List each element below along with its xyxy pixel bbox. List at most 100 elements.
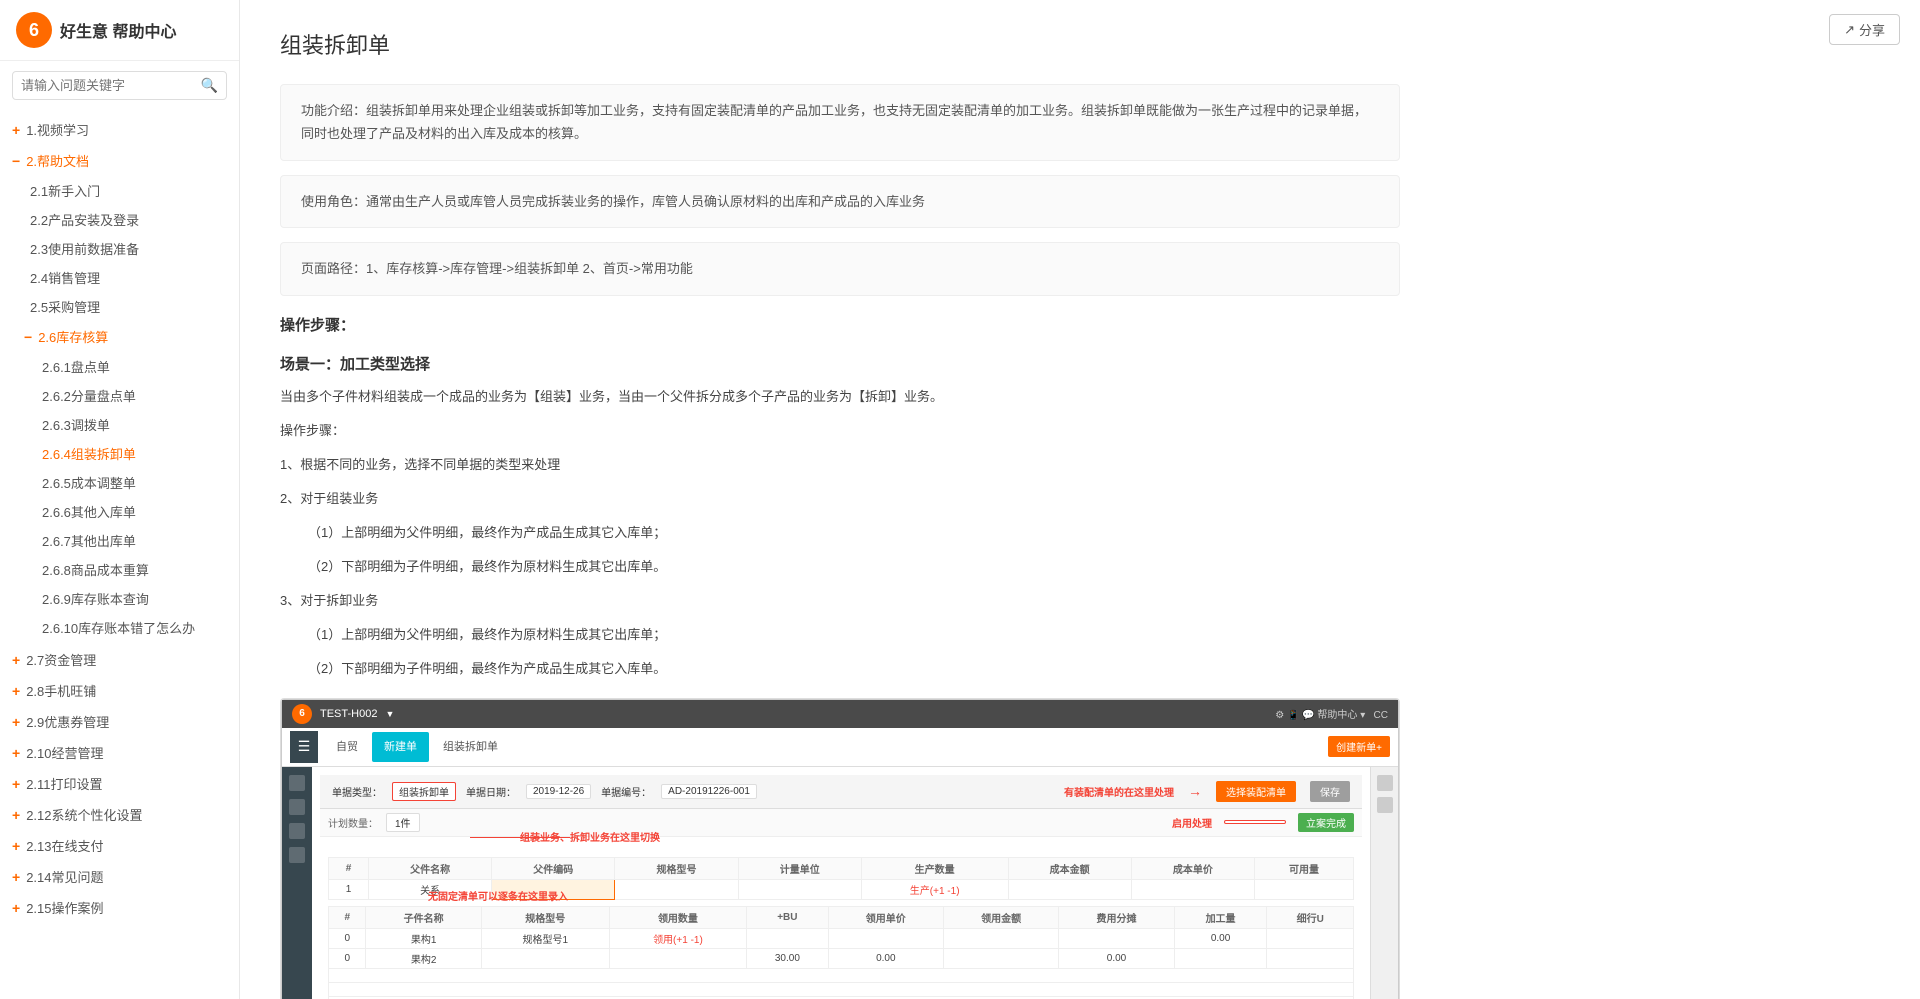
sidebar-item-video-label: 1.视频学习 [26, 120, 89, 139]
sidebar-item-2-2[interactable]: 2.2产品安装及登录 [0, 205, 239, 234]
sub-table-row-2: 0 果构2 30.00 0.00 0.00 [329, 948, 1354, 968]
sub-th-process: 加工量 [1174, 906, 1267, 928]
search-box[interactable]: 🔍 [12, 71, 227, 100]
th-avail: 可用量 [1254, 857, 1353, 879]
op-steps-sub: 操作步骤： [280, 418, 1400, 444]
app-tab-assembly[interactable]: 组装拆卸单 [431, 732, 510, 762]
app-bill-type-val[interactable]: 组装拆卸单 [392, 782, 456, 801]
path-block: 页面路径：1、库存核算->库存管理->组装拆卸单 2、首页->常用功能 [280, 242, 1400, 295]
sub-td-name-2: 果构2 [366, 948, 481, 968]
app-bill-type-label: 单据类型： [332, 784, 382, 799]
app-form-toolbar: 单据类型： 组装拆卸单 单据日期： 2019-12-26 单据编号： AD-20… [320, 775, 1362, 809]
plus-icon-9: + [12, 838, 20, 854]
app-sub-toolbar: 计划数量： 1件 组装业务、拆卸业务在这里切换 启用处理 立案完成 [320, 809, 1362, 837]
share-button[interactable]: ↗ 分享 [1829, 14, 1900, 45]
th-cost-amt: 成本金额 [1008, 857, 1131, 879]
app-count-label: 计划数量： [328, 815, 378, 830]
annotation-4-container: 无固定清单可以逐条在这里录入 [428, 888, 568, 903]
plus-icon-4: + [12, 683, 20, 699]
sub-empty-row-1 [329, 968, 1354, 982]
sidebar-item-2-6-7[interactable]: 2.6.7其他出库单 [0, 526, 239, 555]
annotation-line-1 [470, 837, 570, 838]
app-billno-val[interactable]: AD-20191226-001 [661, 784, 757, 799]
sidebar-item-2-6-4[interactable]: 2.6.4组装拆卸单 [0, 439, 239, 468]
app-logo: 6 [292, 704, 312, 724]
app-nav-icon-4 [289, 847, 305, 863]
sub-th-name: 子件名称 [366, 906, 481, 928]
sub-td-qty-2 [609, 948, 746, 968]
sidebar-item-2-3[interactable]: 2.3使用前数据准备 [0, 234, 239, 263]
annotation-1-text: 有装配清单的在这里处理 [1064, 784, 1174, 799]
app-top-bar: 6 TEST-H002 ▼ ⚙ 📱 💬 帮助中心 ▾ CC [282, 700, 1398, 728]
path-text: 页面路径：1、库存核算->库存管理->组装拆卸单 2、首页->常用功能 [301, 261, 693, 276]
sidebar-item-2-6-5[interactable]: 2.6.5成本调整单 [0, 468, 239, 497]
sidebar-item-docs[interactable]: − 2.帮助文档 [0, 145, 239, 176]
app-supplier-input[interactable] [1224, 820, 1286, 824]
sidebar-item-2-6-9[interactable]: 2.6.9库存账本查询 [0, 584, 239, 613]
sidebar-item-2-6-10[interactable]: 2.6.10库存账本错了怎么办 [0, 613, 239, 642]
sidebar-item-2-6-label: 2.6库存核算 [38, 327, 108, 346]
th-parent-name: 父件名称 [369, 857, 492, 879]
app-select-btn[interactable]: 选择装配清单 [1216, 781, 1296, 802]
sidebar-item-2-6-3[interactable]: 2.6.3调拨单 [0, 410, 239, 439]
app-screenshot-inner: 6 TEST-H002 ▼ ⚙ 📱 💬 帮助中心 ▾ CC ☰ 自贸 新建单 组… [281, 699, 1399, 999]
sidebar-item-2-14-label: 2.14常见问题 [26, 867, 103, 886]
role-text: 使用角色：通常由生产人员或库管人员完成拆装业务的操作，库管人员确认原材料的出库和… [301, 194, 925, 209]
sidebar-item-2-1[interactable]: 2.1新手入门 [0, 176, 239, 205]
sidebar-nav: + 1.视频学习 − 2.帮助文档 2.1新手入门 2.2产品安装及登录 2.3… [0, 110, 239, 999]
app-nav-icon-2 [289, 799, 305, 815]
app-count-val[interactable]: 1件 [386, 813, 420, 832]
sidebar-item-2-5[interactable]: 2.5采购管理 [0, 292, 239, 321]
sub-td-price-1 [828, 928, 943, 948]
app-org-name: TEST-H002 [320, 708, 377, 720]
th-cost-price: 成本单价 [1131, 857, 1254, 879]
sidebar-item-2-9[interactable]: + 2.9优惠券管理 [0, 706, 239, 737]
td-spec [615, 879, 738, 899]
sub-td-bu-1 [747, 928, 829, 948]
sidebar-item-2-6-8[interactable]: 2.6.8商品成本重算 [0, 555, 239, 584]
sub-th-u: 细行U [1267, 906, 1354, 928]
sidebar-item-2-11[interactable]: + 2.11打印设置 [0, 768, 239, 799]
app-create-btn[interactable]: 创建新单+ [1328, 736, 1390, 757]
sidebar-item-2-10[interactable]: + 2.10经营管理 [0, 737, 239, 768]
sidebar-item-2-6-6[interactable]: 2.6.6其他入库单 [0, 497, 239, 526]
sidebar-item-2-8[interactable]: + 2.8手机旺铺 [0, 675, 239, 706]
sidebar-item-2-13-label: 2.13在线支付 [26, 836, 103, 855]
step3-1: （1）上部明细为父件明细，最终作为原材料生成其它出库单； [308, 622, 1400, 648]
sub-td-u-1 [1267, 928, 1354, 948]
sidebar-item-2-15[interactable]: + 2.15操作案例 [0, 892, 239, 923]
search-input[interactable] [21, 78, 201, 93]
sidebar-item-2-7[interactable]: + 2.7资金管理 [0, 644, 239, 675]
td-num: 1 [329, 879, 369, 899]
sub-td-bu-2: 30.00 [747, 948, 829, 968]
sidebar-item-video[interactable]: + 1.视频学习 [0, 114, 239, 145]
sidebar-item-2-6[interactable]: − 2.6库存核算 [0, 321, 239, 352]
sidebar-item-2-6-2[interactable]: 2.6.2分量盘点单 [0, 381, 239, 410]
sidebar-item-2-9-label: 2.9优惠券管理 [26, 712, 109, 731]
app-right-panel [1370, 767, 1398, 999]
annotation-1-arrow: → [1188, 783, 1202, 799]
app-action-btn[interactable]: 保存 [1310, 781, 1350, 802]
sidebar-item-2-4[interactable]: 2.4销售管理 [0, 263, 239, 292]
scene-desc: 当由多个子件材料组装成一个成品的业务为【组装】业务，当由一个父件拆分成多个子产品… [280, 384, 1400, 410]
search-button[interactable]: 🔍 [201, 77, 218, 94]
sub-th-amt: 领用金额 [943, 906, 1058, 928]
sub-th-qty: 领用数量 [609, 906, 746, 928]
app-tab-zizhan[interactable]: 自贸 [324, 732, 370, 762]
sidebar-item-2-13[interactable]: + 2.13在线支付 [0, 830, 239, 861]
sub-td-process-1: 0.00 [1174, 928, 1267, 948]
sidebar-item-2-6-1[interactable]: 2.6.1盘点单 [0, 352, 239, 381]
app-tab-new[interactable]: 新建单 [372, 732, 429, 762]
sidebar: 6 好生意 帮助中心 🔍 + 1.视频学习 − 2.帮助文档 2.1新手入门 2… [0, 0, 240, 999]
app-confirm-btn[interactable]: 立案完成 [1298, 813, 1354, 832]
share-icon: ↗ [1844, 22, 1855, 38]
sub-td-cost-2: 0.00 [1059, 948, 1174, 968]
app-date-val[interactable]: 2019-12-26 [526, 784, 591, 799]
sidebar-item-2-11-label: 2.11打印设置 [26, 774, 102, 793]
main-content: ↗ 分享 组装拆卸单 功能介绍：组装拆卸单用来处理企业组装或拆卸等加工业务，支持… [240, 0, 1920, 999]
annotation-4-text: 无固定清单可以逐条在这里录入 [428, 892, 568, 903]
sidebar-item-docs-label: 2.帮助文档 [26, 151, 89, 170]
sidebar-item-2-12[interactable]: + 2.12系统个性化设置 [0, 799, 239, 830]
sub-td-num-2: 0 [329, 948, 366, 968]
sidebar-item-2-14[interactable]: + 2.14常见问题 [0, 861, 239, 892]
